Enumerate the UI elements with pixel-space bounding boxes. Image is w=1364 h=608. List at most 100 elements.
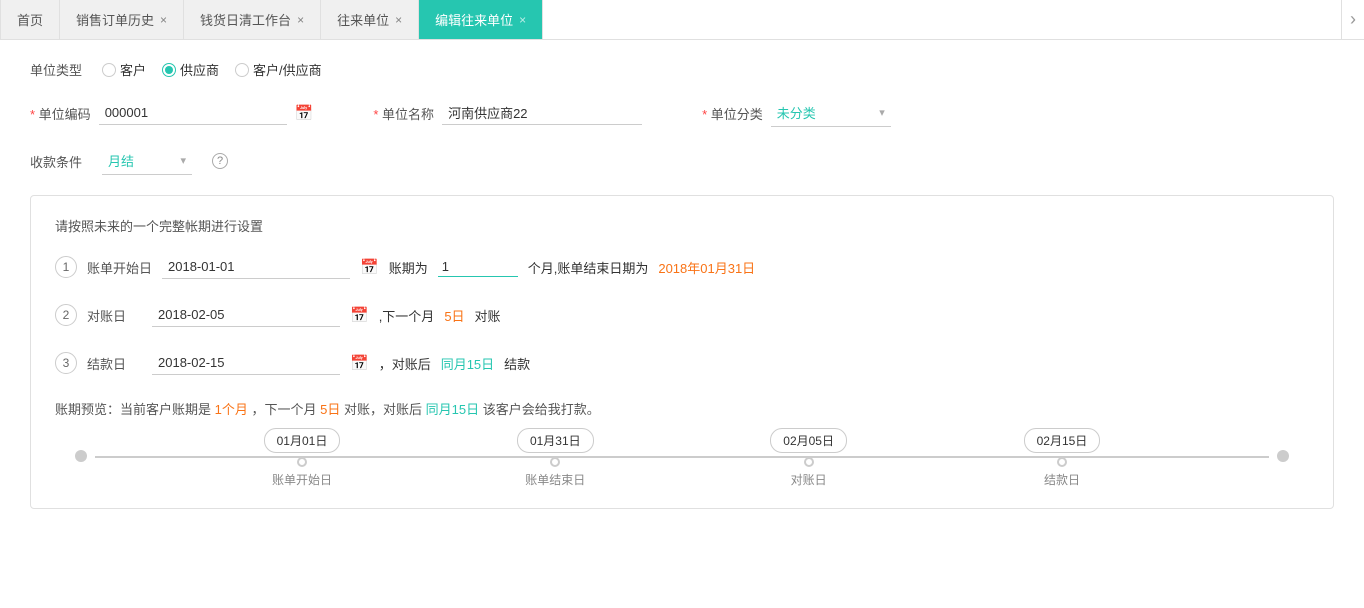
step3-date-input[interactable] (152, 351, 340, 375)
timeline-date-3: 02月05日 (770, 428, 847, 453)
timeline-node-2: 01月31日 账单结束日 (517, 428, 594, 488)
tab-cash-work[interactable]: 钱货日清工作台 × (184, 0, 321, 39)
preview-middle1: ，下一个月 (252, 402, 317, 417)
tab-partner-close[interactable]: × (395, 13, 402, 27)
timeline-right-dot (1277, 450, 1289, 462)
timeline-label-3: 对账日 (791, 471, 827, 488)
timeline-left-dot (75, 450, 87, 462)
unit-type-row: 单位类型 客户 供应商 客户/供应商 (30, 60, 1334, 79)
step-label-3: 结款日 (87, 354, 142, 373)
tab-overflow-arrow[interactable]: › (1341, 0, 1364, 39)
timeline-node-3: 02月05日 对账日 (770, 428, 847, 488)
tab-bar: 首页 销售订单历史 × 钱货日清工作台 × 往来单位 × 编辑往来单位 × › (0, 0, 1364, 40)
step2-calendar-icon[interactable]: 📅 (350, 306, 369, 324)
unit-code-field: 单位编码 📅 (30, 101, 313, 125)
preview-middle2: 对账，对账后 (344, 402, 422, 417)
timeline-dot-4 (1057, 457, 1067, 467)
tab-home-label: 首页 (17, 10, 43, 29)
payment-terms-help-icon[interactable]: ? (212, 153, 228, 169)
step2-suffix2: 对账 (475, 306, 501, 325)
step3-highlight: 同月15日 (441, 354, 494, 373)
timeline-node-4: 02月15日 结款日 (1024, 428, 1101, 488)
timeline-nodes: 01月01日 账单开始日 01月31日 账单结束日 02月05日 对账日 (75, 428, 1289, 488)
radio-customer[interactable]: 客户 (102, 60, 146, 79)
tab-cash-close[interactable]: × (297, 13, 304, 27)
step-row-1: 1 账单开始日 📅 账期为 个月,账单结束日期为 2018年01月31日 (55, 255, 1309, 279)
unit-code-calendar-icon[interactable]: 📅 (295, 104, 314, 122)
tab-edit-partner-close[interactable]: × (519, 13, 526, 27)
tab-partner[interactable]: 往来单位 × (321, 0, 419, 39)
radio-both-label: 客户/供应商 (253, 60, 322, 79)
step3-calendar-icon[interactable]: 📅 (350, 354, 369, 372)
timeline-dot-2 (550, 457, 560, 467)
unit-category-label: 单位分类 (702, 104, 763, 123)
payment-terms-row: 收款条件 月结 ▾ ? (30, 147, 1334, 175)
payment-terms-value: 月结 (108, 151, 134, 170)
step3-suffix2: 结款 (504, 354, 530, 373)
tab-sales-label: 销售订单历史 (76, 10, 154, 29)
unit-category-field: 单位分类 未分类 ▾ (702, 99, 891, 127)
tab-cash-label: 钱货日清工作台 (200, 10, 291, 29)
tab-partner-label: 往来单位 (337, 10, 389, 29)
section-box: 请按照未来的一个完整帐期进行设置 1 账单开始日 📅 账期为 个月,账单结束日期… (30, 195, 1334, 509)
preview-part3: 同月15日 (426, 402, 479, 417)
code-name-category-row: 单位编码 📅 单位名称 单位分类 未分类 ▾ (30, 99, 1334, 127)
unit-name-input[interactable] (442, 101, 642, 125)
payment-terms-label: 收款条件 (30, 152, 82, 171)
step1-calendar-icon[interactable]: 📅 (360, 258, 379, 276)
timeline-dot-3 (804, 457, 814, 467)
payment-terms-chevron: ▾ (180, 154, 186, 167)
unit-name-label: 单位名称 (373, 104, 434, 123)
step-num-3: 3 (55, 352, 77, 374)
radio-customer-label: 客户 (120, 60, 146, 79)
unit-category-value: 未分类 (777, 103, 816, 122)
preview-text: 账期预览：当前客户账期是 1个月 ，下一个月 5日 对账，对账后 同月15日 该… (55, 399, 1309, 418)
step-row-3: 3 结款日 📅 ，对账后 同月15日 结款 (55, 351, 1309, 375)
timeline-label-4: 结款日 (1044, 471, 1080, 488)
timeline-date-2: 01月31日 (517, 428, 594, 453)
timeline-label-1: 账单开始日 (272, 471, 332, 488)
tab-sales-close[interactable]: × (160, 13, 167, 27)
unit-code-label: 单位编码 (30, 104, 91, 123)
radio-supplier-label: 供应商 (180, 60, 219, 79)
timeline-date-1: 01月01日 (264, 428, 341, 453)
section-title: 请按照未来的一个完整帐期进行设置 (55, 216, 1309, 235)
preview-part1: 1个月 (215, 402, 248, 417)
unit-category-chevron: ▾ (879, 106, 885, 119)
step1-date-input[interactable] (162, 255, 350, 279)
unit-code-input[interactable] (99, 101, 287, 125)
step2-highlight: 5日 (444, 306, 464, 325)
timeline-node-1: 01月01日 账单开始日 (264, 428, 341, 488)
preview-prefix: 账期预览：当前客户账期是 (55, 402, 211, 417)
radio-supplier-circle (162, 63, 176, 77)
timeline-right-end (1277, 450, 1289, 462)
radio-both-circle (235, 63, 249, 77)
arrow-right-icon: › (1350, 9, 1356, 30)
unit-category-select[interactable]: 未分类 ▾ (771, 99, 891, 127)
timeline-date-4: 02月15日 (1024, 428, 1101, 453)
main-content: 单位类型 客户 供应商 客户/供应商 单位编码 📅 单位名称 (0, 40, 1364, 608)
payment-terms-select[interactable]: 月结 ▾ (102, 147, 192, 175)
unit-name-field: 单位名称 (373, 101, 642, 125)
step1-suffix: 账期为 (389, 258, 428, 277)
step1-period-input[interactable] (438, 257, 518, 277)
radio-both[interactable]: 客户/供应商 (235, 60, 322, 79)
timeline-dot-1 (297, 457, 307, 467)
tab-sales-history[interactable]: 销售订单历史 × (60, 0, 184, 39)
step-label-1: 账单开始日 (87, 258, 152, 277)
step-label-2: 对账日 (87, 306, 142, 325)
tab-home[interactable]: 首页 (0, 0, 60, 39)
timeline-container: 01月01日 账单开始日 01月31日 账单结束日 02月05日 对账日 (55, 428, 1309, 488)
step1-period-end: 2018年01月31日 (658, 258, 755, 277)
step3-suffix: ，对账后 (379, 354, 431, 373)
unit-type-label: 单位类型 (30, 60, 82, 79)
step1-period-unit: 个月,账单结束日期为 (528, 258, 649, 277)
tab-edit-partner-label: 编辑往来单位 (435, 10, 513, 29)
step-num-2: 2 (55, 304, 77, 326)
timeline-left-end (75, 450, 87, 462)
radio-supplier[interactable]: 供应商 (162, 60, 219, 79)
step-num-1: 1 (55, 256, 77, 278)
radio-customer-circle (102, 63, 116, 77)
step2-date-input[interactable] (152, 303, 340, 327)
tab-edit-partner[interactable]: 编辑往来单位 × (419, 0, 543, 39)
